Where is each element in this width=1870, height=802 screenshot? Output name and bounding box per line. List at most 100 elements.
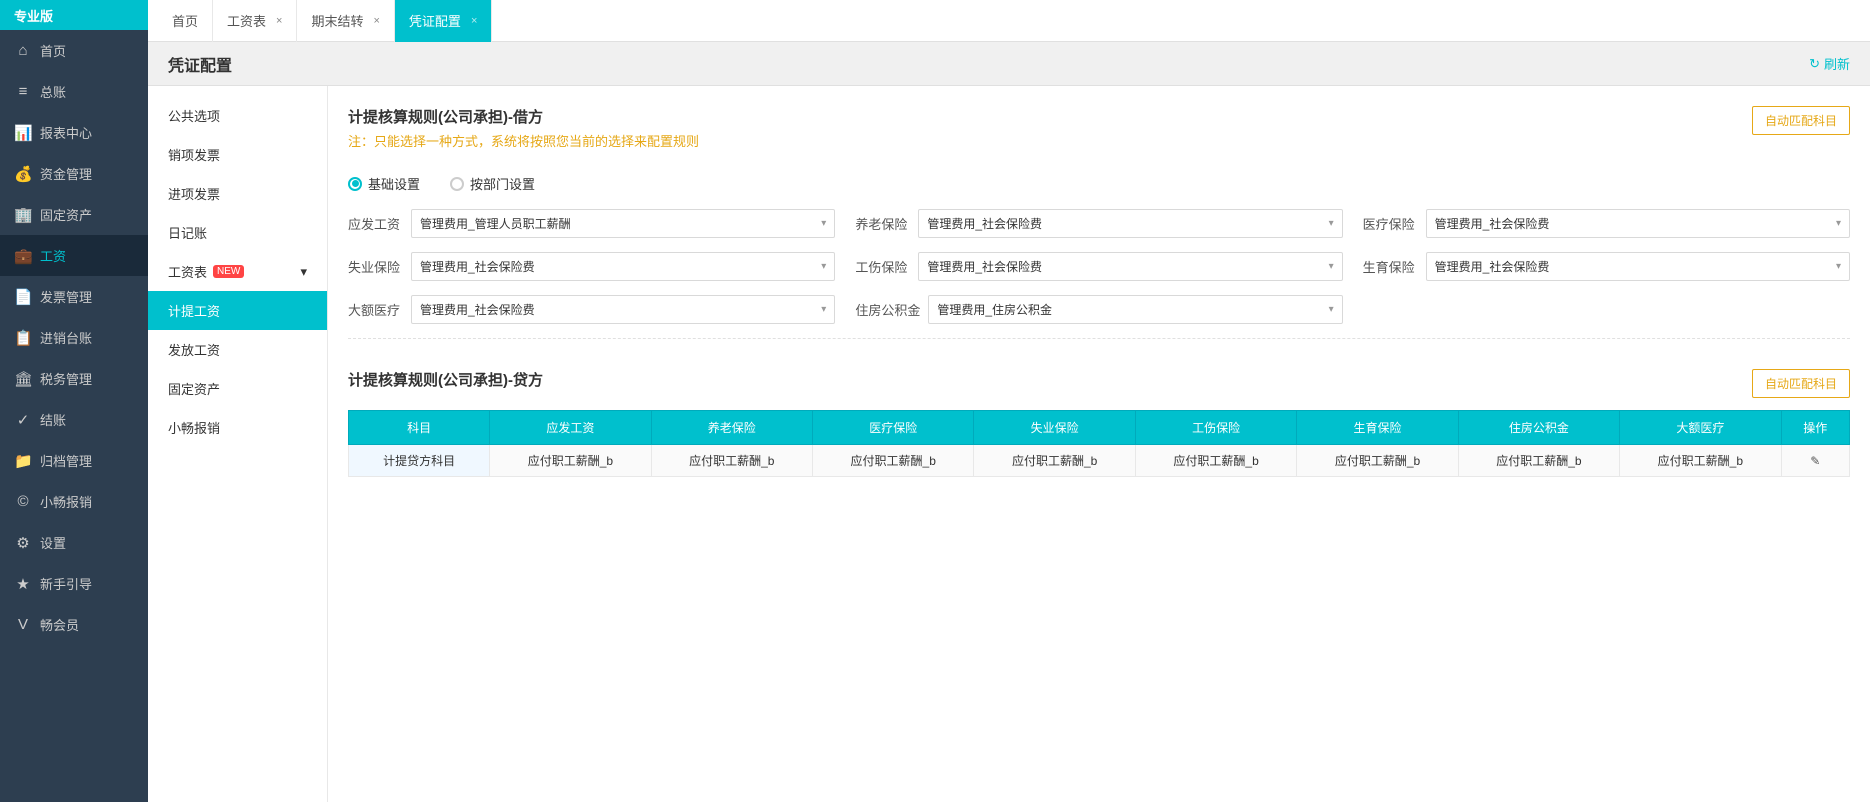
tab-period[interactable]: 期末结转 ×: [297, 0, 394, 42]
sidebar-label: 进销台账: [40, 328, 92, 347]
select-unemployment[interactable]: 管理费用_社会保险费 ▾: [411, 252, 835, 281]
sidebar-label: 固定资产: [40, 205, 92, 224]
sidebar-item-purchase[interactable]: 📋 进销台账: [0, 317, 148, 358]
page-header: 凭证配置 ↻ 刷新: [148, 42, 1870, 86]
td-action[interactable]: ✎: [1781, 445, 1849, 477]
nav-journal[interactable]: 日记账: [148, 213, 327, 252]
chevron-down-icon: ▾: [1836, 218, 1841, 229]
tab-voucher[interactable]: 凭证配置 ×: [395, 0, 492, 42]
nav-accrual-salary[interactable]: 计提工资: [148, 291, 327, 330]
sidebar-item-member[interactable]: V 畅会员: [0, 604, 148, 645]
th-salary: 应发工资: [490, 411, 651, 445]
select-maternity[interactable]: 管理费用_社会保险费 ▾: [1426, 252, 1850, 281]
sidebar-label: 归档管理: [40, 451, 92, 470]
sidebar-item-home[interactable]: ⌂ 首页: [0, 30, 148, 71]
nav-common-options[interactable]: 公共选项: [148, 96, 327, 135]
archive-icon: 📁: [14, 452, 32, 470]
auto-match-button-1[interactable]: 自动匹配科目: [1752, 106, 1850, 135]
radio-department[interactable]: 按部门设置: [450, 174, 535, 193]
sidebar-label: 资金管理: [40, 164, 92, 183]
form-item-unemployment: 失业保险 管理费用_社会保险费 ▾: [348, 252, 835, 281]
td-pension-val: 应付职工薪酬_b: [651, 445, 812, 477]
sidebar-label: 设置: [40, 533, 66, 552]
form-row-2: 失业保险 管理费用_社会保险费 ▾ 工伤保险 管理费用_社会保险费 ▾: [348, 252, 1850, 281]
chevron-down-icon: ▾: [1329, 261, 1334, 272]
sidebar-item-reimburse[interactable]: © 小畅报销: [0, 481, 148, 522]
select-housing[interactable]: 管理费用_住房公积金 ▾: [928, 295, 1342, 324]
content-area: 公共选项 销项发票 进项发票 日记账 工资表 NEW ▾ 计提工资 发放工资 固…: [148, 86, 1870, 802]
form-item-salary: 应发工资 管理费用_管理人员职工薪酬 ▾: [348, 209, 835, 238]
select-medical[interactable]: 管理费用_社会保险费 ▾: [1426, 209, 1850, 238]
sidebar-item-guide[interactable]: ★ 新手引导: [0, 563, 148, 604]
tab-label: 工资表: [227, 11, 266, 30]
asset-icon: 🏢: [14, 206, 32, 224]
label-large-medical: 大额医疗: [348, 300, 403, 319]
page-title: 凭证配置: [168, 52, 232, 76]
sidebar-item-checkout[interactable]: ✓ 结账: [0, 399, 148, 440]
td-medical-val: 应付职工薪酬_b: [813, 445, 974, 477]
sidebar-item-invoice[interactable]: 📄 发票管理: [0, 276, 148, 317]
th-medical: 医疗保险: [813, 411, 974, 445]
select-large-medical[interactable]: 管理费用_社会保险费 ▾: [411, 295, 835, 324]
sidebar-item-fund[interactable]: 💰 资金管理: [0, 153, 148, 194]
tabs-bar: 首页 工资表 × 期末结转 × 凭证配置 ×: [148, 0, 1870, 42]
auto-match-button-2[interactable]: 自动匹配科目: [1752, 369, 1850, 398]
reimburse-icon: ©: [14, 493, 32, 510]
refresh-label: 刷新: [1824, 54, 1850, 73]
radio-basic[interactable]: 基础设置: [348, 174, 420, 193]
nav-fixed-asset[interactable]: 固定资产: [148, 369, 327, 408]
sidebar-item-asset[interactable]: 🏢 固定资产: [0, 194, 148, 235]
td-unemployment-val: 应付职工薪酬_b: [974, 445, 1135, 477]
sidebar-item-archive[interactable]: 📁 归档管理: [0, 440, 148, 481]
main-content: 计提核算规则(公司承担)-借方 注：只能选择一种方式，系统将按照您当前的选择来配…: [328, 86, 1870, 802]
new-badge: NEW: [213, 265, 244, 278]
tab-label: 凭证配置: [409, 11, 461, 30]
sidebar-item-ledger[interactable]: ≡ 总账: [0, 71, 148, 112]
form-item-pension: 养老保险 管理费用_社会保险费 ▾: [855, 209, 1342, 238]
th-large-medical: 大额医疗: [1620, 411, 1781, 445]
close-icon[interactable]: ×: [373, 15, 379, 27]
section-divider: [348, 338, 1850, 339]
radio-label-basic: 基础设置: [368, 174, 420, 193]
select-injury[interactable]: 管理费用_社会保险费 ▾: [918, 252, 1342, 281]
sidebar-label: 结账: [40, 410, 66, 429]
form-item-medical: 医疗保险 管理费用_社会保险费 ▾: [1363, 209, 1850, 238]
select-salary[interactable]: 管理费用_管理人员职工薪酬 ▾: [411, 209, 835, 238]
nav-small-reimburse[interactable]: 小畅报销: [148, 408, 327, 447]
td-large-medical-val: 应付职工薪酬_b: [1620, 445, 1781, 477]
label-injury: 工伤保险: [855, 257, 910, 276]
refresh-button[interactable]: ↻ 刷新: [1809, 54, 1850, 73]
close-icon[interactable]: ×: [471, 15, 477, 27]
sidebar-label: 发票管理: [40, 287, 92, 306]
home-icon: ⌂: [14, 42, 32, 59]
section-debit: 计提核算规则(公司承担)-借方 注：只能选择一种方式，系统将按照您当前的选择来配…: [348, 106, 1850, 339]
th-pension: 养老保险: [651, 411, 812, 445]
tab-home[interactable]: 首页: [158, 0, 213, 42]
tab-label: 首页: [172, 11, 198, 30]
td-maternity-val: 应付职工薪酬_b: [1297, 445, 1458, 477]
sidebar-label: 工资: [40, 246, 66, 265]
label-unemployment: 失业保险: [348, 257, 403, 276]
nav-pay-salary[interactable]: 发放工资: [148, 330, 327, 369]
form-item-maternity: 生育保险 管理费用_社会保险费 ▾: [1363, 252, 1850, 281]
sidebar-item-salary[interactable]: 💼 工资: [0, 235, 148, 276]
nav-purchase-invoice[interactable]: 进项发票: [148, 174, 327, 213]
radio-label-department: 按部门设置: [470, 174, 535, 193]
nav-salary-table[interactable]: 工资表 NEW ▾: [148, 252, 327, 291]
brand: 专业版: [0, 0, 148, 30]
close-icon[interactable]: ×: [276, 15, 282, 27]
section1-header: 计提核算规则(公司承担)-借方 注：只能选择一种方式，系统将按照您当前的选择来配…: [348, 106, 1850, 164]
nav-sales-invoice[interactable]: 销项发票: [148, 135, 327, 174]
sidebar-item-tax[interactable]: 🏛 税务管理: [0, 358, 148, 399]
select-pension[interactable]: 管理费用_社会保险费 ▾: [918, 209, 1342, 238]
settings-icon: ⚙: [14, 534, 32, 552]
sidebar-item-report[interactable]: 📊 报表中心: [0, 112, 148, 153]
td-housing-val: 应付职工薪酬_b: [1458, 445, 1619, 477]
form-item-housing: 住房公积金 管理费用_住房公积金 ▾: [855, 295, 1342, 324]
sidebar-item-settings[interactable]: ⚙ 设置: [0, 522, 148, 563]
section2-header: 计提核算规则(公司承担)-贷方 自动匹配科目: [348, 369, 1850, 400]
section1-title: 计提核算规则(公司承担)-借方: [348, 106, 699, 127]
section1-note: 注：只能选择一种方式，系统将按照您当前的选择来配置规则: [348, 131, 699, 150]
tab-salary[interactable]: 工资表 ×: [213, 0, 297, 42]
th-unemployment: 失业保险: [974, 411, 1135, 445]
